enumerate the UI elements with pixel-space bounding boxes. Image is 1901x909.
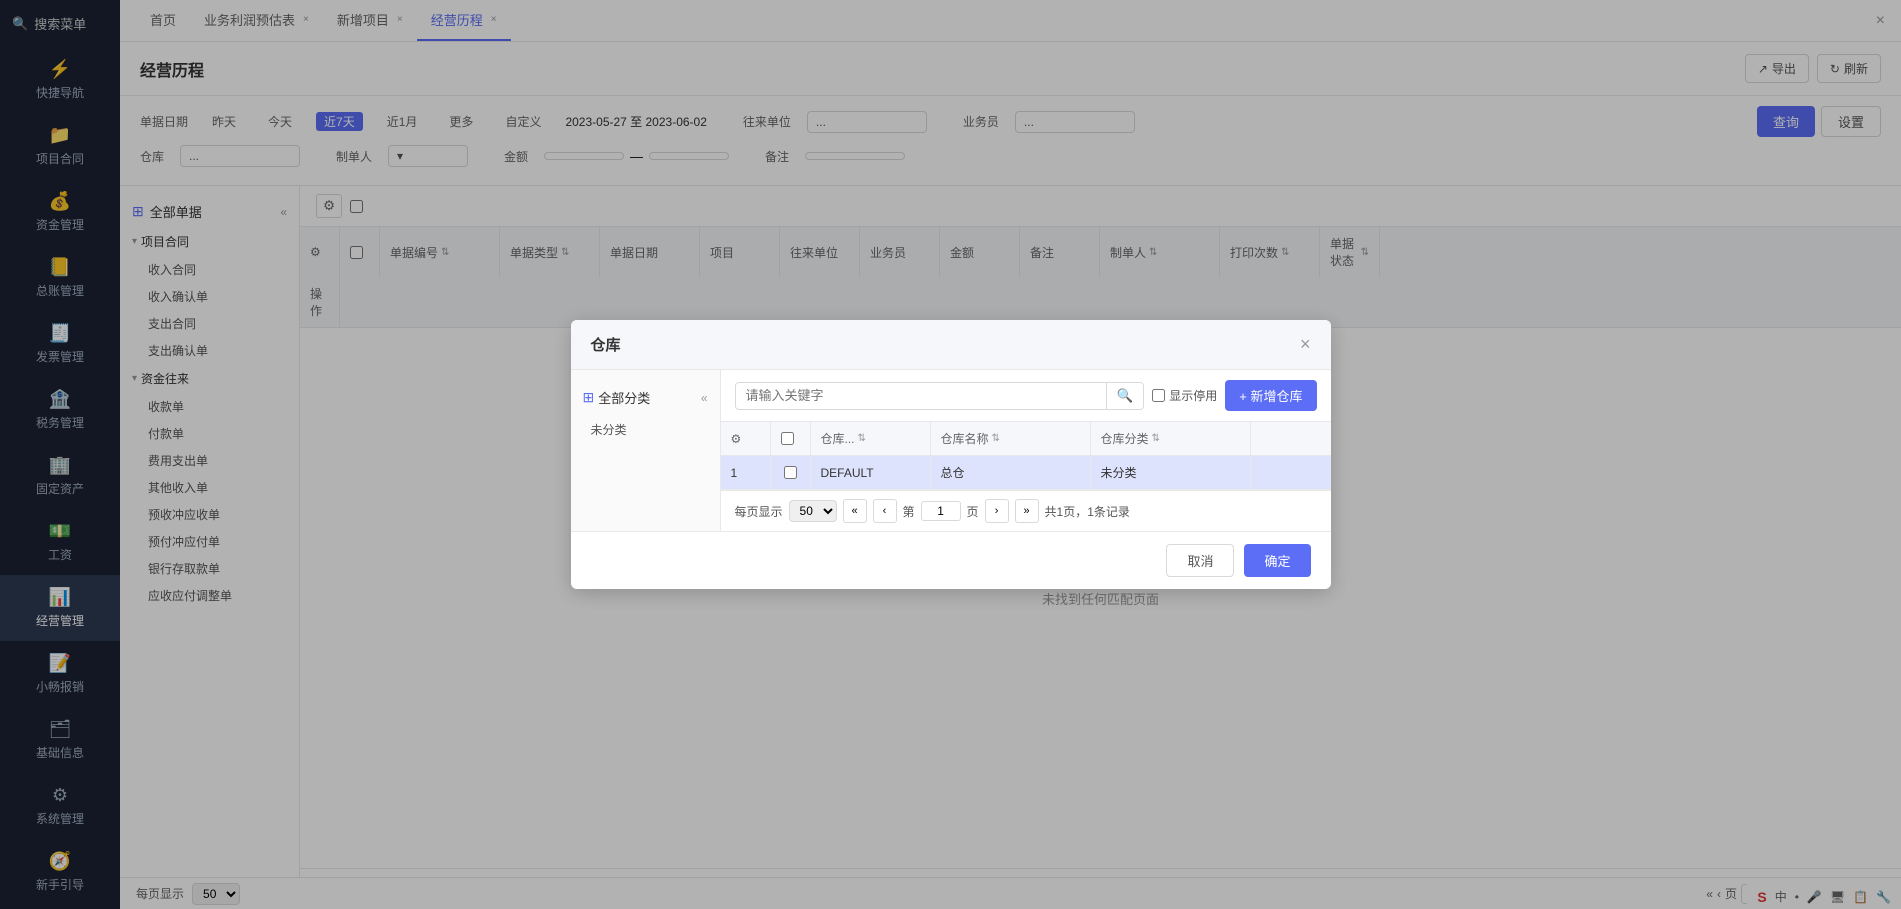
show-disabled-checkbox[interactable] (1152, 389, 1165, 402)
dialog-grid-icon: ⊞ (583, 389, 595, 406)
dialog-prev-page[interactable]: ‹ (873, 499, 897, 523)
dialog-search-box: 🔍 (735, 382, 1145, 410)
dialog-body: ⊞ 全部分类 « 未分类 🔍 显示停用 (571, 370, 1331, 531)
dialog-left-panel: ⊞ 全部分类 « 未分类 (571, 370, 721, 531)
dialog-total-label: 共1页，1条记录 (1045, 503, 1130, 520)
dialog-table: ⚙ 仓库... ⇅ 仓库名称 ⇅ (721, 422, 1331, 490)
d-th-category-label: 仓库分类 (1101, 430, 1149, 447)
show-disabled-text: 显示停用 (1169, 387, 1217, 404)
d-row-name: 总仓 (941, 464, 965, 481)
dialog-close-btn[interactable]: × (1300, 334, 1311, 355)
dialog-category-unclassified[interactable]: 未分类 (571, 415, 720, 444)
d-th-num: ⚙ (721, 422, 771, 455)
d-th-name-label: 仓库名称 (941, 430, 989, 447)
d-th-code-label: 仓库... (821, 430, 855, 447)
dialog-first-page[interactable]: « (843, 499, 867, 523)
dialog-overlay: 仓库 × ⊞ 全部分类 « 未分类 (0, 0, 1901, 909)
dialog-toolbar: 🔍 显示停用 + 新增仓库 (721, 370, 1331, 422)
d-th-checkbox (771, 422, 811, 455)
d-th-category: 仓库分类 ⇅ (1091, 422, 1251, 455)
dialog-page-label: 页 (967, 503, 979, 520)
dialog-title: 仓库 (591, 334, 1300, 355)
dialog-per-page-select[interactable]: 50 (789, 500, 837, 522)
d-td-name: 总仓 (931, 456, 1091, 489)
d-row-category: 未分类 (1101, 464, 1137, 481)
dialog-page-prefix: 第 (903, 503, 915, 520)
d-header-checkbox[interactable] (781, 432, 794, 445)
cancel-button[interactable]: 取消 (1166, 544, 1234, 577)
show-disabled-label[interactable]: 显示停用 (1152, 387, 1217, 404)
d-row-num: 1 (731, 466, 738, 480)
dialog-header: 仓库 × (571, 320, 1331, 370)
d-sort-code-icon[interactable]: ⇅ (858, 433, 866, 444)
dialog-left-header[interactable]: ⊞ 全部分类 « (571, 380, 720, 415)
d-th-name: 仓库名称 ⇅ (931, 422, 1091, 455)
dialog-search-input[interactable] (736, 383, 1106, 408)
d-sort-category-icon[interactable]: ⇅ (1152, 433, 1160, 444)
dialog-search-btn[interactable]: 🔍 (1106, 383, 1144, 409)
add-warehouse-btn[interactable]: + 新增仓库 (1225, 380, 1316, 411)
dialog-all-categories-label: 全部分类 (598, 388, 650, 407)
dialog-category-unclassified-label: 未分类 (591, 423, 627, 437)
d-row-checkbox[interactable] (784, 466, 797, 479)
dialog-page-input[interactable] (921, 501, 961, 521)
dialog-right-panel: 🔍 显示停用 + 新增仓库 ⚙ (721, 370, 1331, 531)
dialog-table-header: ⚙ 仓库... ⇅ 仓库名称 ⇅ (721, 422, 1331, 456)
d-td-code: DEFAULT (811, 456, 931, 489)
dialog-next-page[interactable]: › (985, 499, 1009, 523)
d-td-category: 未分类 (1091, 456, 1251, 489)
dialog-collapse-icon[interactable]: « (701, 391, 708, 405)
d-sort-name-icon[interactable]: ⇅ (992, 433, 1000, 444)
d-td-num: 1 (721, 456, 771, 489)
d-row-code: DEFAULT (821, 466, 874, 480)
warehouse-dialog: 仓库 × ⊞ 全部分类 « 未分类 (571, 320, 1331, 589)
dialog-footer: 取消 确定 (571, 531, 1331, 589)
dialog-per-page-label: 每页显示 (735, 503, 783, 520)
confirm-button[interactable]: 确定 (1244, 544, 1310, 577)
dialog-last-page[interactable]: » (1015, 499, 1039, 523)
d-td-checkbox (771, 456, 811, 489)
d-th-code: 仓库... ⇅ (811, 422, 931, 455)
d-settings-icon: ⚙ (731, 432, 742, 446)
dialog-pagination: 每页显示 50 « ‹ 第 页 › » 共1页，1条记录 (721, 490, 1331, 531)
dialog-table-row[interactable]: 1 DEFAULT 总仓 未分类 (721, 456, 1331, 490)
